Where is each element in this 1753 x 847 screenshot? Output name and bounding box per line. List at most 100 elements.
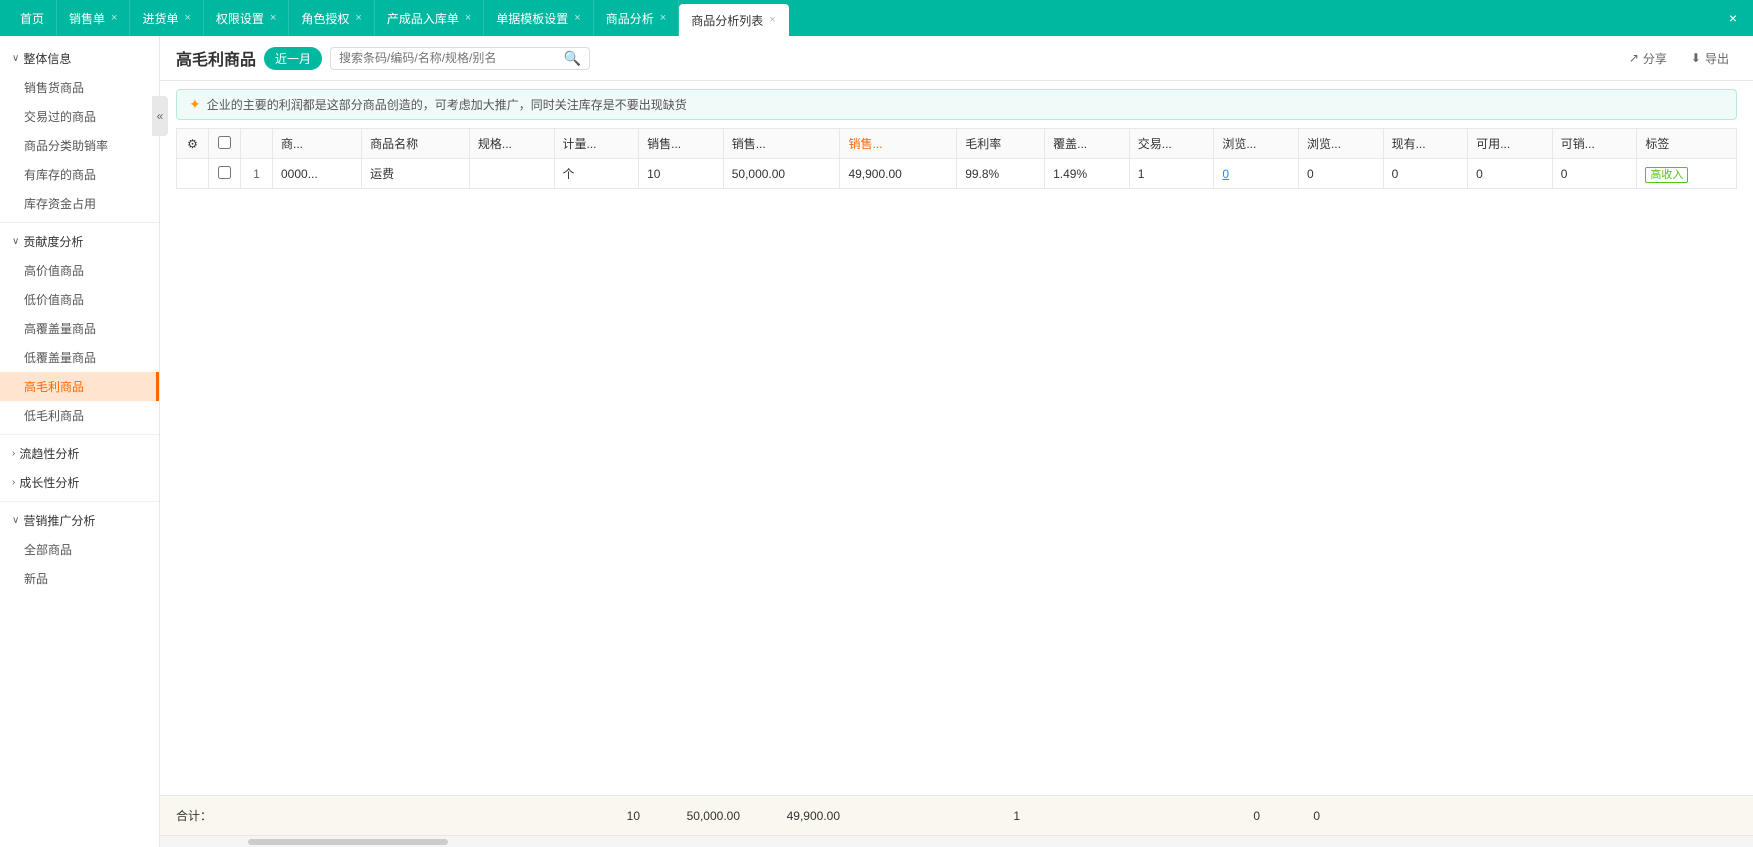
nav-role[interactable]: 角色授权 × xyxy=(289,0,374,36)
cell-stock3: 0 xyxy=(1552,159,1637,189)
sidebar-item-stock-capital[interactable]: 库存资金占用 xyxy=(0,189,159,218)
arrow-marketing: ∨ xyxy=(12,515,19,526)
col-header-spec[interactable]: 规格... xyxy=(469,129,554,159)
tag-high-income: 高收入 xyxy=(1645,167,1688,183)
arrow-growth: › xyxy=(12,477,15,488)
cell-num: 1 xyxy=(241,159,273,189)
sidebar-collapse-btn[interactable]: « xyxy=(152,96,168,136)
nav-goods-analysis-list[interactable]: 商品分析列表 × xyxy=(679,4,788,36)
cell-stock2: 0 xyxy=(1468,159,1553,189)
col-header-code[interactable]: 商... xyxy=(273,129,362,159)
close-permission-tab[interactable]: × xyxy=(270,12,276,24)
cell-coverage: 1.49% xyxy=(1045,159,1130,189)
search-input[interactable] xyxy=(339,51,564,65)
sidebar-group-overall[interactable]: ∨ 整体信息 xyxy=(0,44,159,73)
col-header-sale-qty[interactable]: 销售... xyxy=(639,129,724,159)
sidebar: ∨ 整体信息 销售货商品 交易过的商品 商品分类助销率 有库存的商品 库存资金占… xyxy=(0,36,160,847)
arrow-overall: ∨ xyxy=(12,53,19,64)
col-header-browse2[interactable]: 浏览... xyxy=(1298,129,1383,159)
share-btn[interactable]: ↗ 分享 xyxy=(1621,47,1675,70)
col-header-stock2[interactable]: 可用... xyxy=(1468,129,1553,159)
nav-goods-analysis[interactable]: 商品分析 × xyxy=(594,0,679,36)
sidebar-item-sales-goods[interactable]: 销售货商品 xyxy=(0,73,159,102)
window-close-btn[interactable]: × xyxy=(1721,10,1745,26)
sidebar-item-high-value[interactable]: 高价值商品 xyxy=(0,256,159,285)
nav-sales[interactable]: 销售单 × xyxy=(57,0,130,36)
sidebar-item-high-margin[interactable]: 高毛利商品 xyxy=(0,372,159,401)
header-actions: ↗ 分享 ⬇ 导出 xyxy=(1621,47,1737,70)
col-header-checkbox[interactable] xyxy=(209,129,241,159)
sidebar-item-all-goods[interactable]: 全部商品 xyxy=(0,535,159,564)
cell-browse2: 0 xyxy=(1298,159,1383,189)
arrow-trend: › xyxy=(12,448,15,459)
page-title: 高毛利商品 xyxy=(176,46,256,70)
close-product-in-tab[interactable]: × xyxy=(465,12,471,24)
sidebar-item-category-rate[interactable]: 商品分类助销率 xyxy=(0,131,159,160)
close-template-tab[interactable]: × xyxy=(574,12,580,24)
close-sales-tab[interactable]: × xyxy=(111,12,117,24)
sidebar-item-in-stock[interactable]: 有库存的商品 xyxy=(0,160,159,189)
col-header-stock3[interactable]: 可销... xyxy=(1552,129,1637,159)
select-all-checkbox[interactable] xyxy=(218,136,231,149)
sidebar-item-traded-goods[interactable]: 交易过的商品 xyxy=(0,102,159,131)
close-goods-analysis-tab[interactable]: × xyxy=(660,12,666,24)
cell-spec xyxy=(469,159,554,189)
nav-home[interactable]: 首页 xyxy=(8,0,57,36)
row-checkbox[interactable] xyxy=(218,166,231,179)
col-header-tag[interactable]: 标签 xyxy=(1637,129,1737,159)
col-header-name[interactable]: 商品名称 xyxy=(362,129,470,159)
arrow-contribution: ∨ xyxy=(12,236,19,247)
cell-checkbox[interactable] xyxy=(209,159,241,189)
close-goods-analysis-list-tab[interactable]: × xyxy=(769,14,775,26)
col-header-unit[interactable]: 计量... xyxy=(554,129,639,159)
sidebar-item-new-goods[interactable]: 新品 xyxy=(0,564,159,593)
footer-sale-amt: 50,000.00 xyxy=(648,809,748,823)
scrollbar-thumb[interactable] xyxy=(248,839,448,845)
nav-template[interactable]: 单据模板设置 × xyxy=(484,0,593,36)
footer-sale-profit: 49,900.00 xyxy=(748,809,848,823)
sidebar-group-marketing[interactable]: ∨ 营销推广分析 xyxy=(0,506,159,535)
nav-purchase[interactable]: 进货单 × xyxy=(130,0,203,36)
filter-recent-month-btn[interactable]: 近一月 xyxy=(264,47,322,70)
table-row: 1 0000... 运费 个 10 50,000.00 49,900.00 99… xyxy=(177,159,1737,189)
footer-stock2: 0 xyxy=(1208,809,1268,823)
sidebar-group-trend[interactable]: › 流趋性分析 xyxy=(0,439,159,468)
footer-stock3: 0 xyxy=(1268,809,1328,823)
table-scroll-bar[interactable] xyxy=(160,835,1753,847)
table-container: ⚙ 商... 商品名称 规格... 计量... 销售... 销售... 销售.. xyxy=(160,128,1753,795)
col-header-browse1[interactable]: 浏览... xyxy=(1214,129,1299,159)
col-header-trade[interactable]: 交易... xyxy=(1129,129,1214,159)
col-header-sale-profit[interactable]: 销售... xyxy=(840,129,957,159)
sidebar-group-contribution[interactable]: ∨ 贡献度分析 xyxy=(0,227,159,256)
cell-browse1[interactable]: 0 xyxy=(1214,159,1299,189)
nav-product-in[interactable]: 产成品入库单 × xyxy=(375,0,484,36)
close-role-tab[interactable]: × xyxy=(355,12,361,24)
sidebar-item-low-margin[interactable]: 低毛利商品 xyxy=(0,401,159,430)
info-bar: ✦ 企业的主要的利润都是这部分商品创造的，可考虑加大推广，同时关注库存是不要出现… xyxy=(176,89,1737,120)
footer-sale-qty: 10 xyxy=(588,809,648,823)
cell-sale-profit: 49,900.00 xyxy=(840,159,957,189)
col-header-sale-amt[interactable]: 销售... xyxy=(723,129,840,159)
top-nav: 首页 销售单 × 进货单 × 权限设置 × 角色授权 × 产成品入库单 × 单据… xyxy=(0,0,1753,36)
sidebar-item-low-value[interactable]: 低价值商品 xyxy=(0,285,159,314)
export-btn[interactable]: ⬇ 导出 xyxy=(1683,47,1737,70)
cell-sale-amt: 50,000.00 xyxy=(723,159,840,189)
col-header-stock1[interactable]: 现有... xyxy=(1383,129,1468,159)
col-header-gross-rate[interactable]: 毛利率 xyxy=(957,129,1045,159)
col-header-settings[interactable]: ⚙ xyxy=(177,129,209,159)
col-header-coverage[interactable]: 覆盖... xyxy=(1045,129,1130,159)
close-purchase-tab[interactable]: × xyxy=(184,12,190,24)
cell-gross-rate: 99.8% xyxy=(957,159,1045,189)
nav-permission[interactable]: 权限设置 × xyxy=(204,0,289,36)
cell-sale-qty: 10 xyxy=(639,159,724,189)
sidebar-group-growth[interactable]: › 成长性分析 xyxy=(0,468,159,497)
sidebar-item-low-coverage[interactable]: 低覆盖量商品 xyxy=(0,343,159,372)
export-icon: ⬇ xyxy=(1691,51,1701,65)
cell-code: 0000... xyxy=(273,159,362,189)
search-icon[interactable]: 🔍 xyxy=(564,50,581,67)
search-box: 🔍 xyxy=(330,47,590,70)
content-header: 高毛利商品 近一月 🔍 ↗ 分享 ⬇ 导出 xyxy=(160,36,1753,81)
sidebar-item-high-coverage[interactable]: 高覆盖量商品 xyxy=(0,314,159,343)
cell-settings xyxy=(177,159,209,189)
share-icon: ↗ xyxy=(1629,51,1639,65)
